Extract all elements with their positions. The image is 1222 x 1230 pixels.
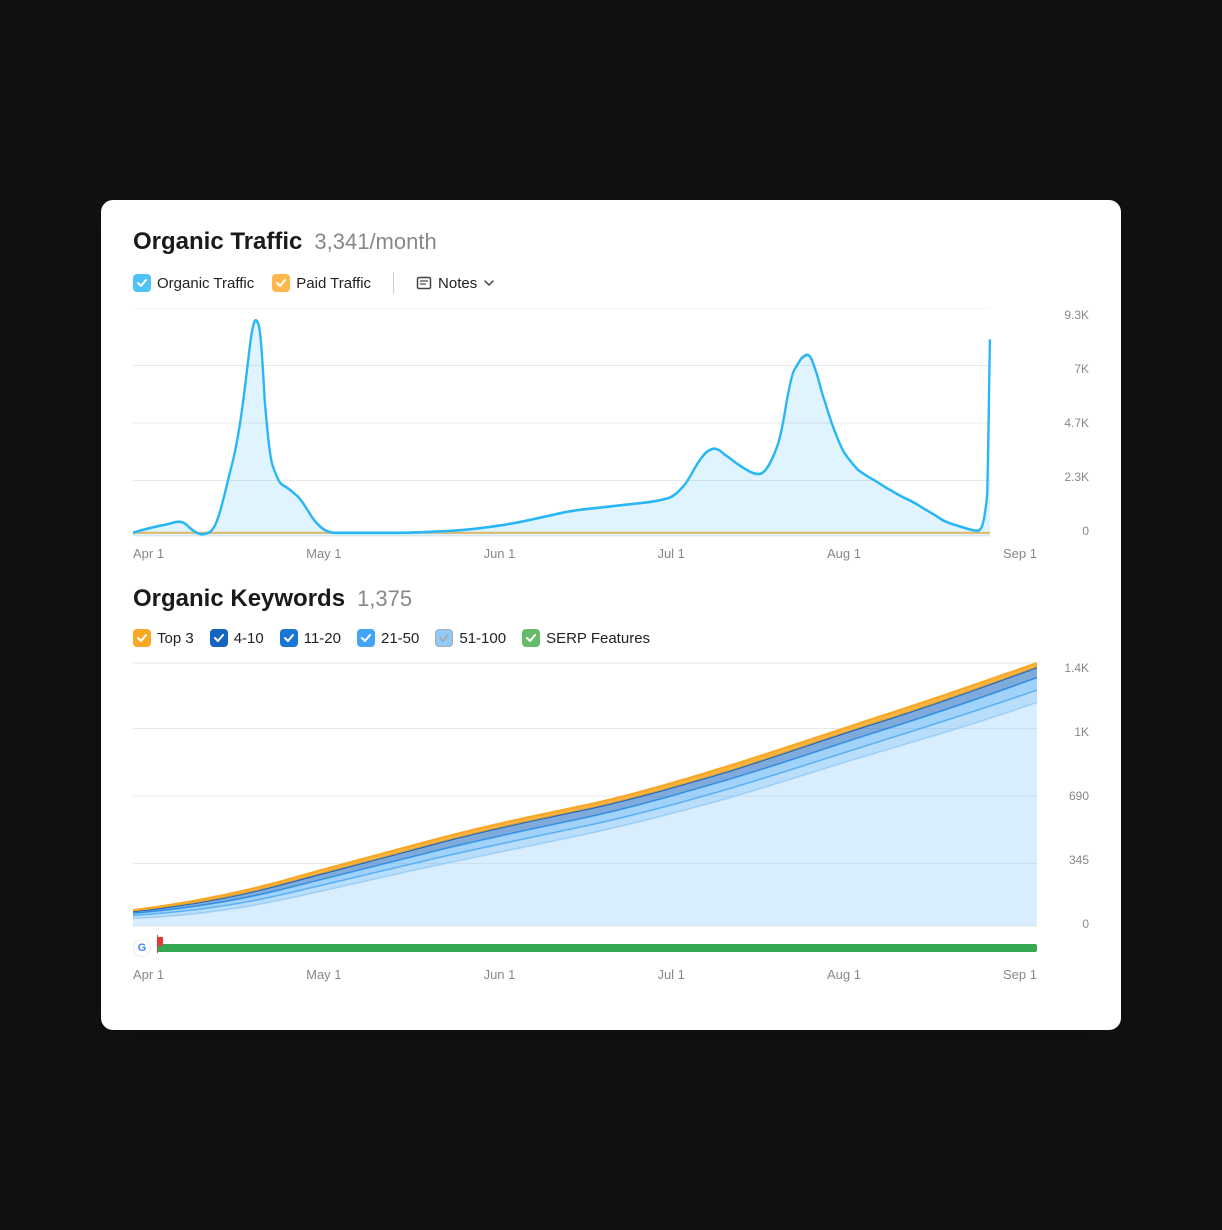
keywords-legend-row: Top 3 4-10 11-20 21-50 [133, 629, 1089, 647]
kx-label-sep: Sep 1 [1003, 967, 1037, 982]
x-label-aug: Aug 1 [827, 546, 861, 561]
organic-keywords-count: 1,375 [357, 586, 412, 612]
legend-4-10[interactable]: 4-10 [210, 629, 264, 647]
google-algorithm-bar: G [133, 939, 1089, 957]
organic-traffic-chart: 9.3K 7K 4.7K 2.3K 0 [133, 308, 1089, 538]
ky-label-2: 690 [1041, 789, 1089, 803]
kx-label-apr: Apr 1 [133, 967, 164, 982]
21-50-check-icon [357, 629, 375, 647]
kx-label-aug: Aug 1 [827, 967, 861, 982]
ky-label-4: 0 [1041, 917, 1089, 931]
flag-sep1 [157, 935, 163, 953]
y-label-4: 0 [1041, 524, 1089, 538]
x-axis-labels-keywords: Apr 1 May 1 Jun 1 Jul 1 Aug 1 Sep 1 [133, 967, 1089, 982]
paid-check-icon [272, 274, 290, 292]
algorithm-flags [157, 935, 1037, 953]
legend-4-10-label: 4-10 [234, 630, 264, 647]
legend-top3[interactable]: Top 3 [133, 629, 194, 647]
y-axis-labels-traffic: 9.3K 7K 4.7K 2.3K 0 [1041, 308, 1089, 538]
legend-11-20-label: 11-20 [304, 630, 341, 647]
y-label-0: 9.3K [1041, 308, 1089, 322]
legend-serp-label: SERP Features [546, 630, 650, 647]
legend-51-100-label: 51-100 [459, 630, 506, 647]
legend-organic-label: Organic Traffic [157, 275, 254, 292]
51-100-check-icon [435, 629, 453, 647]
y-label-1: 7K [1041, 362, 1089, 376]
organic-traffic-title: Organic Traffic [133, 228, 302, 256]
organic-keywords-section: Organic Keywords 1,375 Top 3 4-10 11- [133, 585, 1089, 982]
x-label-may: May 1 [306, 546, 341, 561]
legend-21-50[interactable]: 21-50 [357, 629, 419, 647]
kx-label-may: May 1 [306, 967, 341, 982]
y-label-3: 2.3K [1041, 470, 1089, 484]
top3-check-icon [133, 629, 151, 647]
organic-keywords-title: Organic Keywords [133, 585, 345, 613]
organic-traffic-count: 3,341/month [314, 229, 436, 255]
x-label-apr: Apr 1 [133, 546, 164, 561]
google-bar-line [157, 944, 1037, 952]
legend-11-20[interactable]: 11-20 [280, 629, 341, 647]
x-label-sep: Sep 1 [1003, 546, 1037, 561]
organic-traffic-header: Organic Traffic 3,341/month [133, 228, 1089, 256]
x-label-jul: Jul 1 [657, 546, 684, 561]
legend-51-100[interactable]: 51-100 [435, 629, 506, 647]
legend-serp[interactable]: SERP Features [522, 629, 650, 647]
11-20-check-icon [280, 629, 298, 647]
keywords-svg [133, 661, 1089, 931]
kx-label-jun: Jun 1 [484, 967, 516, 982]
legend-21-50-label: 21-50 [381, 630, 419, 647]
legend-top3-label: Top 3 [157, 630, 194, 647]
4-10-check-icon [210, 629, 228, 647]
traffic-legend-row: Organic Traffic Paid Traffic Notes [133, 272, 1089, 294]
legend-organic[interactable]: Organic Traffic [133, 274, 254, 292]
kx-label-jul: Jul 1 [657, 967, 684, 982]
legend-divider [393, 272, 394, 294]
y-axis-labels-keywords: 1.4K 1K 690 345 0 [1041, 661, 1089, 931]
legend-paid-label: Paid Traffic [296, 275, 371, 292]
main-card: Organic Traffic 3,341/month Organic Traf… [101, 200, 1121, 1030]
ky-label-3: 345 [1041, 853, 1089, 867]
x-axis-labels-traffic: Apr 1 May 1 Jun 1 Jul 1 Aug 1 Sep 1 [133, 546, 1089, 561]
y-label-2: 4.7K [1041, 416, 1089, 430]
notes-icon [416, 275, 432, 291]
x-label-jun: Jun 1 [484, 546, 516, 561]
ky-label-1: 1K [1041, 725, 1089, 739]
notes-label: Notes [438, 275, 477, 292]
organic-check-icon [133, 274, 151, 292]
serp-check-icon [522, 629, 540, 647]
chevron-down-icon [483, 277, 495, 289]
organic-traffic-section: Organic Traffic 3,341/month Organic Traf… [133, 228, 1089, 561]
organic-keywords-chart: 1.4K 1K 690 345 0 [133, 661, 1089, 931]
organic-keywords-header: Organic Keywords 1,375 [133, 585, 1089, 613]
traffic-svg [133, 308, 1089, 538]
notes-button[interactable]: Notes [416, 275, 495, 292]
google-logo: G [133, 939, 151, 957]
legend-paid[interactable]: Paid Traffic [272, 274, 371, 292]
ky-label-0: 1.4K [1041, 661, 1089, 675]
